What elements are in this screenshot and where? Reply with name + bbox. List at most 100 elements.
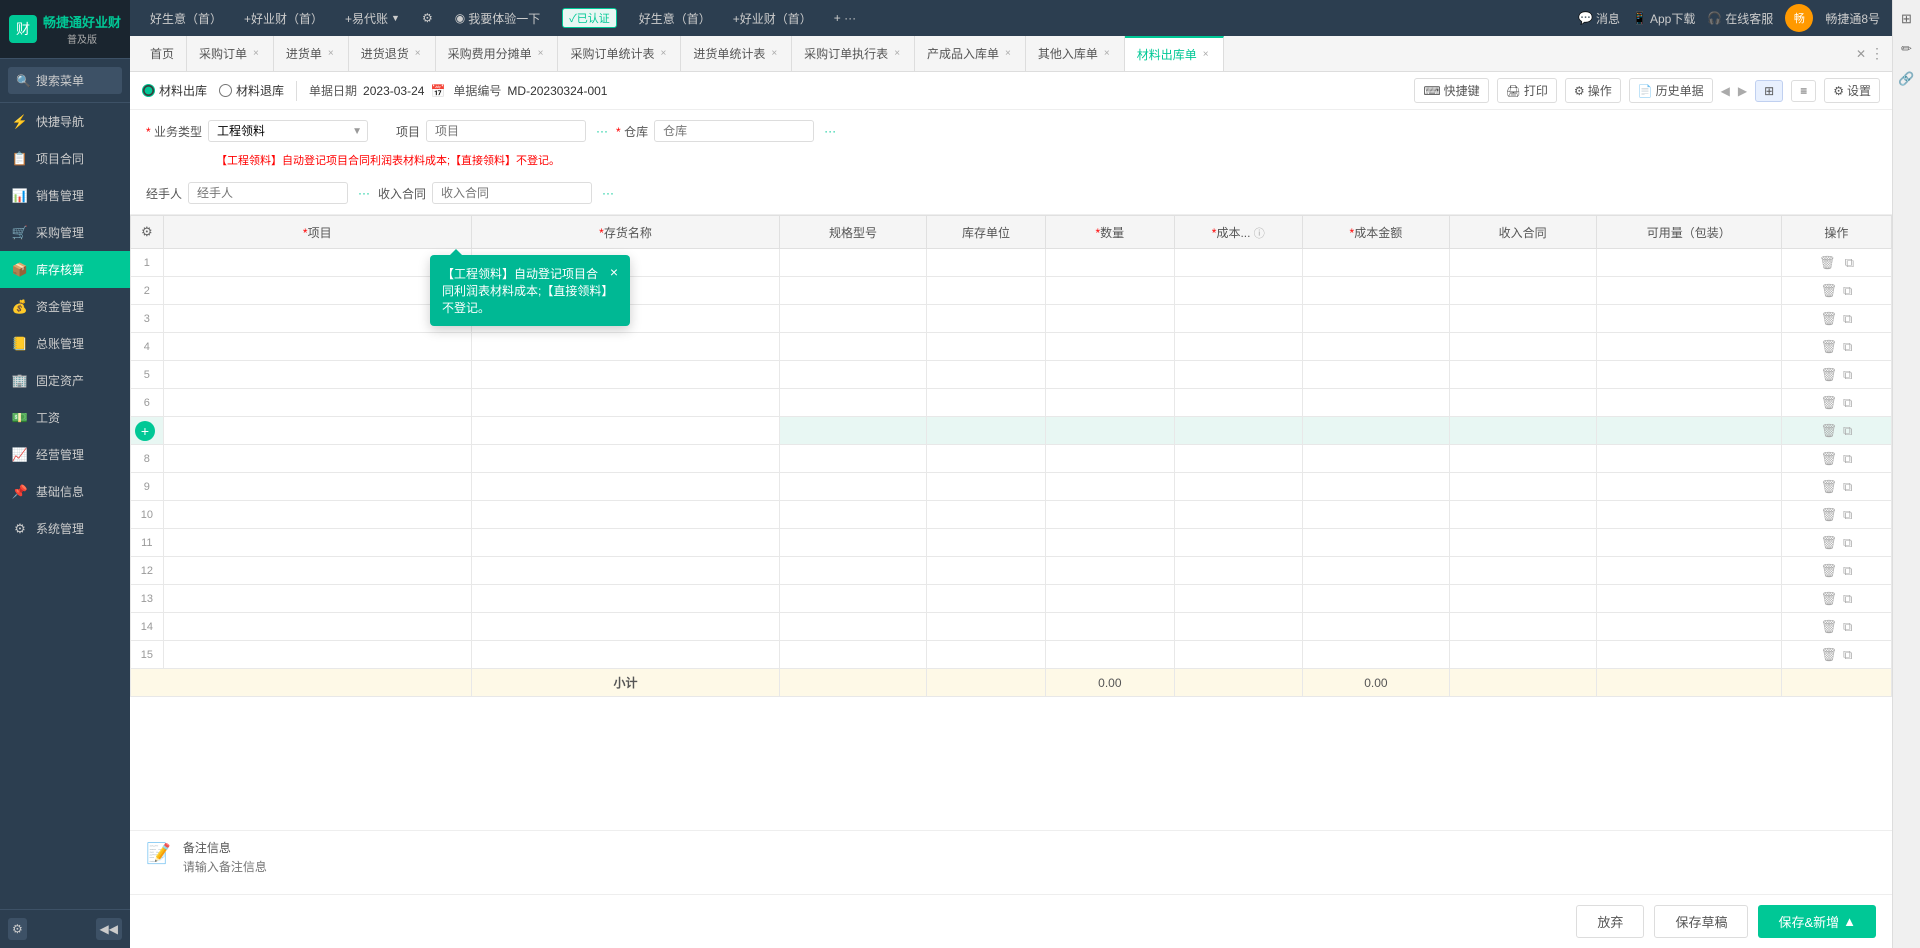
row-delete-button-13[interactable]: 🗑 bbox=[1818, 589, 1841, 609]
cell-available-1[interactable] bbox=[1596, 249, 1781, 277]
tab-finished-in[interactable]: 产成品入库单 × bbox=[915, 36, 1026, 71]
row-delete-button-3[interactable]: 🗑 bbox=[1818, 309, 1841, 329]
sidebar-item-finance[interactable]: 💰 资金管理 bbox=[0, 288, 130, 325]
row-delete-button-14[interactable]: 🗑 bbox=[1818, 617, 1841, 637]
cell-unit-1[interactable] bbox=[926, 249, 1045, 277]
tab-close-finished-in[interactable]: × bbox=[1003, 48, 1013, 60]
history-button[interactable]: 📄 历史单据 bbox=[1629, 78, 1713, 103]
tab-close-all-icon[interactable]: ✕ bbox=[1856, 47, 1866, 61]
add-row-button[interactable]: + bbox=[135, 421, 155, 441]
project-input[interactable] bbox=[426, 120, 586, 142]
radio-material-return[interactable]: 材料退库 bbox=[219, 82, 284, 99]
settings-page-button[interactable]: ⚙ 设置 bbox=[1824, 78, 1880, 103]
row-delete-button-8[interactable]: 🗑 bbox=[1818, 449, 1841, 469]
header-nav-hyc2[interactable]: +好业财（首） bbox=[725, 5, 820, 31]
nav-next-icon[interactable]: ▶ bbox=[1738, 84, 1747, 98]
calendar-icon[interactable]: 📅 bbox=[430, 84, 445, 98]
header-nav-settings[interactable]: ⚙ bbox=[414, 5, 441, 31]
sidebar-item-basic[interactable]: 📌 基础信息 bbox=[0, 473, 130, 510]
tab-incoming-return[interactable]: 进货退货 × bbox=[349, 36, 436, 71]
tab-close-incoming-stat[interactable]: × bbox=[769, 48, 779, 60]
tooltip-close-button[interactable]: × bbox=[610, 265, 618, 279]
right-panel-button-3[interactable]: 🔗 bbox=[1896, 68, 1918, 90]
tab-purchase-stat[interactable]: 采购订单统计表 × bbox=[558, 36, 681, 71]
cell-cost-1[interactable] bbox=[1174, 249, 1302, 277]
right-panel-button-1[interactable]: ⊞ bbox=[1896, 8, 1918, 30]
row-copy-button-8[interactable]: ⧉ bbox=[1840, 449, 1855, 469]
header-nav-more[interactable]: + ··· bbox=[826, 5, 864, 31]
row-delete-button-15[interactable]: 🗑 bbox=[1818, 645, 1841, 665]
handler-dots-icon[interactable]: ··· bbox=[358, 186, 370, 200]
save-draft-button[interactable]: 保存草稿 bbox=[1654, 905, 1748, 938]
right-panel-button-2[interactable]: ✏ bbox=[1896, 38, 1918, 60]
row-delete-button-6[interactable]: 🗑 bbox=[1818, 393, 1841, 413]
row-copy-button-5[interactable]: ⧉ bbox=[1840, 365, 1855, 385]
tab-close-purchase-exec[interactable]: × bbox=[892, 48, 902, 60]
sidebar-item-contract[interactable]: 📋 项目合同 bbox=[0, 140, 130, 177]
tab-close-material-out[interactable]: × bbox=[1201, 49, 1211, 61]
tab-purchase-order[interactable]: 采购订单 × bbox=[187, 36, 274, 71]
row-copy-button-14[interactable]: ⧉ bbox=[1840, 617, 1855, 637]
row-copy-button-9[interactable]: ⧉ bbox=[1840, 477, 1855, 497]
operation-button[interactable]: ⚙ 操作 bbox=[1565, 78, 1621, 103]
tab-menu-icon[interactable]: ⋮ bbox=[1870, 45, 1884, 62]
inline-project-input[interactable] bbox=[164, 421, 471, 441]
sidebar-item-assets[interactable]: 🏢 固定资产 bbox=[0, 362, 130, 399]
user-avatar[interactable]: 畅 bbox=[1785, 4, 1813, 32]
tab-other-in[interactable]: 其他入库单 × bbox=[1026, 36, 1125, 71]
warehouse-dots-icon[interactable]: ··· bbox=[824, 124, 836, 138]
search-menu-button[interactable]: 🔍 搜索菜单 bbox=[8, 67, 122, 94]
radio-return-input[interactable] bbox=[219, 84, 232, 97]
warehouse-input[interactable] bbox=[654, 120, 814, 142]
tab-purchase-fee[interactable]: 采购费用分摊单 × bbox=[436, 36, 559, 71]
row-delete-button-5[interactable]: 🗑 bbox=[1818, 365, 1841, 385]
cell-contract-1[interactable] bbox=[1449, 249, 1596, 277]
print-button[interactable]: 🖨 打印 bbox=[1497, 78, 1557, 103]
handler-input[interactable] bbox=[188, 182, 348, 204]
notes-textarea[interactable] bbox=[183, 858, 983, 886]
row-copy-button-10[interactable]: ⧉ bbox=[1840, 505, 1855, 525]
row-copy-button-7[interactable]: ⧉ bbox=[1840, 421, 1855, 441]
header-nav-trial[interactable]: ◉ 我要体验一下 bbox=[447, 5, 549, 31]
header-message-button[interactable]: 💬 消息 bbox=[1578, 10, 1620, 27]
input-cell-name[interactable] bbox=[471, 417, 779, 445]
row-copy-button-12[interactable]: ⧉ bbox=[1840, 561, 1855, 581]
cell-spec-1[interactable] bbox=[780, 249, 927, 277]
save-new-button[interactable]: 保存&新增 ▲ bbox=[1758, 905, 1876, 938]
row-copy-button-4[interactable]: ⧉ bbox=[1840, 337, 1855, 357]
row-copy-button-2[interactable]: ⧉ bbox=[1840, 281, 1855, 301]
sidebar-item-system[interactable]: ⚙ 系统管理 bbox=[0, 510, 130, 547]
header-nav-hsy2[interactable]: 好生意（首） bbox=[631, 5, 719, 31]
tab-material-out[interactable]: 材料出库单 × bbox=[1125, 36, 1224, 71]
row-copy-button-13[interactable]: ⧉ bbox=[1840, 589, 1855, 609]
cost-info-icon[interactable]: ⓘ bbox=[1254, 228, 1265, 240]
tab-close-purchase-fee[interactable]: × bbox=[536, 48, 546, 60]
row-delete-button-1[interactable]: 🗑 bbox=[1816, 253, 1839, 273]
tab-incoming-stat[interactable]: 进货单统计表 × bbox=[681, 36, 792, 71]
nav-prev-icon[interactable]: ◀ bbox=[1721, 84, 1730, 98]
inline-name-input[interactable] bbox=[472, 421, 779, 441]
row-copy-button-3[interactable]: ⧉ bbox=[1840, 309, 1855, 329]
income-contract-dots-icon[interactable]: ··· bbox=[602, 186, 614, 200]
sidebar-item-sales[interactable]: 📊 销售管理 bbox=[0, 177, 130, 214]
row-copy-button-15[interactable]: ⧉ bbox=[1840, 645, 1855, 665]
row-delete-button-4[interactable]: 🗑 bbox=[1818, 337, 1841, 357]
tab-incoming[interactable]: 进货单 × bbox=[274, 36, 349, 71]
header-nav-certified[interactable]: ✓已认证 bbox=[554, 5, 625, 31]
row-copy-button-6[interactable]: ⧉ bbox=[1840, 393, 1855, 413]
header-nav-ydz[interactable]: +易代账 ▼ bbox=[337, 5, 408, 31]
tab-purchase-exec[interactable]: 采购订单执行表 × bbox=[792, 36, 915, 71]
row-delete-button-9[interactable]: 🗑 bbox=[1818, 477, 1841, 497]
header-appdownload-button[interactable]: 📱 App下载 bbox=[1632, 10, 1695, 27]
sidebar-item-inventory[interactable]: 📦 库存核算 bbox=[0, 251, 130, 288]
tab-close-purchase-order[interactable]: × bbox=[251, 48, 261, 60]
header-nav-hsy[interactable]: 好生意（首） bbox=[142, 5, 230, 31]
tab-close-other-in[interactable]: × bbox=[1102, 48, 1112, 60]
discard-button[interactable]: 放弃 bbox=[1576, 905, 1644, 938]
header-nav-hyc[interactable]: +好业财（首） bbox=[236, 5, 331, 31]
list-view-button[interactable]: ≡ bbox=[1791, 80, 1816, 102]
row-delete-button-10[interactable]: 🗑 bbox=[1818, 505, 1841, 525]
tab-close-incoming[interactable]: × bbox=[326, 48, 336, 60]
sidebar-item-nav[interactable]: ⚡ 快捷导航 bbox=[0, 103, 130, 140]
sidebar-item-salary[interactable]: 💵 工资 bbox=[0, 399, 130, 436]
